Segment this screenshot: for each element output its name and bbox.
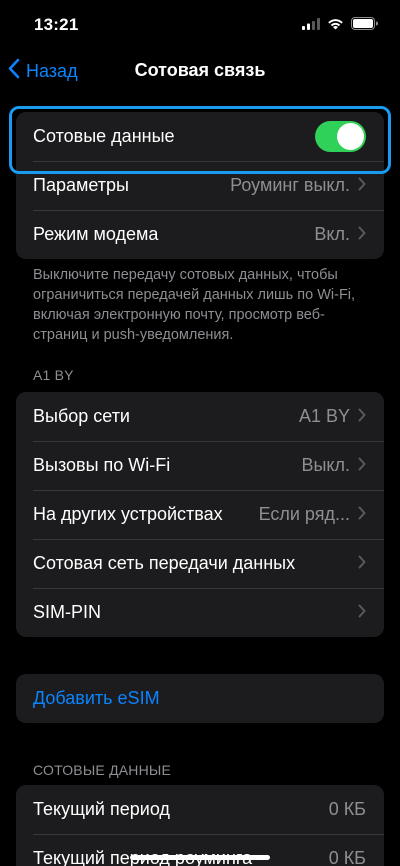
status-icons [302,17,378,35]
carrier-section-header: A1 BY [33,367,74,383]
sim-pin-label: SIM-PIN [33,602,102,622]
current-period-row: Текущий период 0 КБ [16,785,384,834]
options-value: Роуминг выкл. [230,175,350,195]
cellular-signal-icon [302,17,320,35]
network-selection-row[interactable]: Выбор сети A1 BY [16,392,384,441]
modem-row[interactable]: Режим модема Вкл. [16,210,384,259]
wifi-calling-row[interactable]: Вызовы по Wi-Fi Выкл. [16,441,384,490]
chevron-right-icon [358,406,366,427]
data-usage-section-header: СОТОВЫЕ ДАННЫЕ [33,762,172,778]
add-esim-label: Добавить eSIM [33,688,160,708]
network-selection-label: Выбор сети [33,406,130,426]
current-period-label: Текущий период [33,799,170,819]
chevron-right-icon [358,455,366,476]
home-indicator[interactable] [130,855,270,860]
wifi-calling-label: Вызовы по Wi-Fi [33,455,171,475]
navigation-bar: Назад Сотовая связь [0,50,400,92]
add-esim-button[interactable]: Добавить eSIM [16,674,384,723]
current-roaming-period-row: Текущий период роуминга 0 КБ [16,834,384,866]
chevron-right-icon [358,553,366,574]
battery-icon [351,17,378,35]
other-devices-row[interactable]: На других устройствах Если ряд... [16,490,384,539]
status-time: 13:21 [34,15,79,34]
modem-value: Вкл. [314,224,350,244]
cellular-data-footer: Выключите передачу сотовых данных, чтобы… [33,267,356,343]
chevron-right-icon [358,602,366,623]
chevron-right-icon [358,175,366,196]
wifi-icon [327,17,344,35]
highlight-frame [9,106,391,174]
other-devices-value: Если ряд... [258,504,350,524]
sim-pin-row[interactable]: SIM-PIN [16,588,384,637]
wifi-calling-value: Выкл. [301,455,350,475]
current-roaming-period-value: 0 КБ [328,848,366,866]
modem-label: Режим модема [33,224,159,244]
other-devices-label: На других устройствах [33,504,223,524]
esim-group: Добавить eSIM [16,674,384,723]
current-period-value: 0 КБ [328,799,366,819]
options-label: Параметры [33,175,129,195]
carrier-group: Выбор сети A1 BY Вызовы по Wi-Fi Выкл. Н… [16,392,384,637]
chevron-right-icon [358,224,366,245]
status-bar: 13:21 [0,0,400,50]
chevron-right-icon [358,504,366,525]
network-selection-value: A1 BY [298,406,350,426]
cellular-data-network-label: Сотовая сеть передачи данных [33,553,296,573]
page-title: Сотовая связь [134,60,266,80]
cellular-data-network-row[interactable]: Сотовая сеть передачи данных [16,539,384,588]
data-usage-group: Текущий период 0 КБ Текущий период роуми… [16,785,384,866]
